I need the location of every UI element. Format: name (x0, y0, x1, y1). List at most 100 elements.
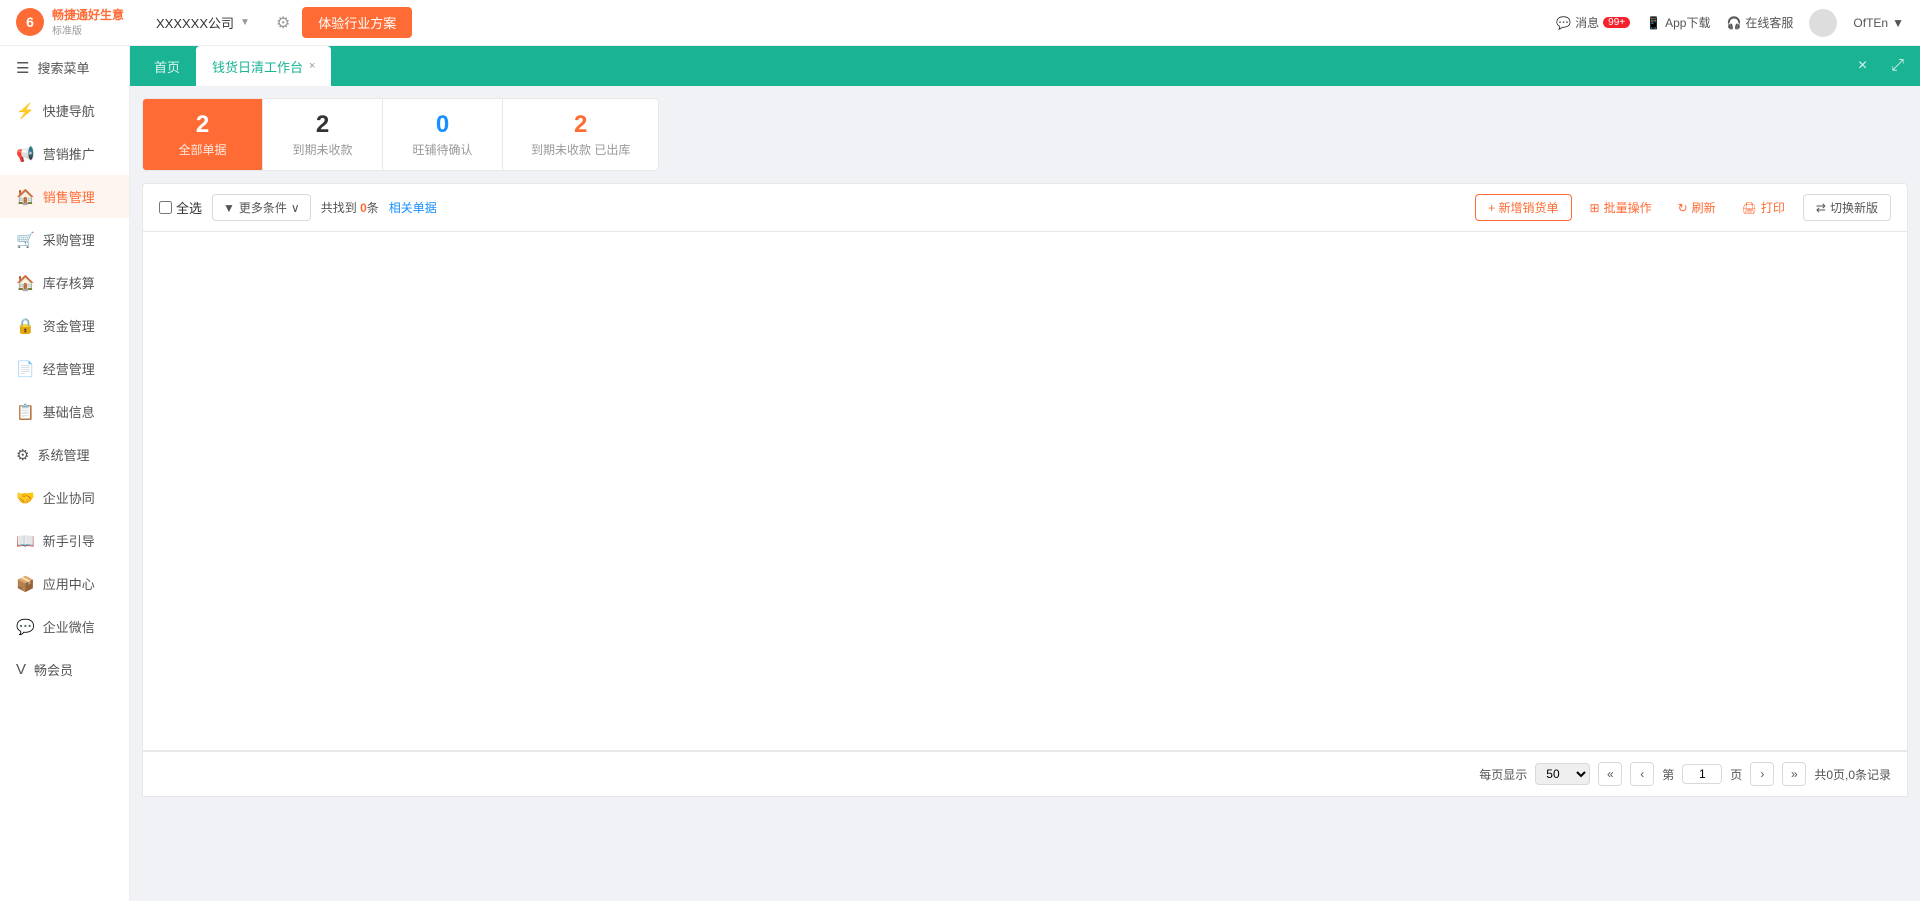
sidebar-item-member[interactable]: V 畅会员 (0, 648, 129, 691)
wechat-icon: 💬 (16, 618, 35, 636)
tab-workbench-label: 钱货日清工作台 (212, 57, 303, 76)
total-label: 共0页,0条记录 (1814, 766, 1891, 783)
experience-btn[interactable]: 体验行业方案 (302, 7, 412, 38)
sidebar-item-quick-nav[interactable]: ⚡ 快捷导航 (0, 89, 129, 132)
logo-sub: 标准版 (52, 22, 124, 37)
stats-cards: 2 全部单据 2 到期未收款 0 旺铺待确认 2 到期未收款 已出库 (142, 98, 659, 171)
app-download-label: App下载 (1665, 14, 1710, 31)
nav-tabs-bar: 首页 钱货日清工作台 × × ⤢ (130, 46, 1920, 86)
page-prefix: 第 (1662, 766, 1674, 783)
stat-card-pending[interactable]: 0 旺铺待确认 (383, 99, 503, 170)
logo-text: 畅捷通好生意 (52, 8, 124, 22)
app-download-icon: 📱 (1646, 16, 1661, 30)
sidebar-item-enterprise[interactable]: 🤝 企业协同 (0, 476, 129, 519)
sidebar-item-capital[interactable]: 🔒 资金管理 (0, 304, 129, 347)
sidebar-item-sales[interactable]: 🏠 销售管理 (0, 175, 129, 218)
sidebar-label-wechat: 企业微信 (43, 617, 95, 636)
sidebar-item-wechat[interactable]: 💬 企业微信 (0, 605, 129, 648)
page-suffix: 页 (1730, 766, 1742, 783)
toolbar-right: + 新增销货单 ⊞ 批量操作 ↻ 刷新 🖨 打印 ⇄ 切换新版 (1475, 194, 1891, 221)
operations-icon: 📄 (16, 360, 35, 378)
stat-number-all: 2 (171, 111, 234, 139)
message-label: 消息 (1575, 14, 1599, 31)
sidebar: ☰ 搜索菜单 ⚡ 快捷导航 📢 营销推广 🏠 销售管理 🛒 采购管理 🏠 库存核… (0, 46, 130, 901)
tab-workbench[interactable]: 钱货日清工作台 × (196, 46, 331, 86)
sidebar-label-purchase: 采购管理 (43, 230, 95, 249)
print-label: 打印 (1761, 199, 1785, 216)
message-icon: 💬 (1556, 16, 1571, 30)
select-all-checkbox[interactable]: 全选 (159, 198, 202, 217)
pagination-bar: 每页显示 50 100 200 « ‹ 第 页 › » 共0页,0条记录 (142, 751, 1908, 797)
username-area[interactable]: OfTEn ▼ (1853, 16, 1904, 30)
stat-label-overdue: 到期未收款 (291, 141, 354, 158)
prev-page-btn[interactable]: ‹ (1630, 762, 1654, 786)
sales-icon: 🏠 (16, 188, 35, 206)
main-content: 2 全部单据 2 到期未收款 0 旺铺待确认 2 到期未收款 已出库 全选 ▼ … (130, 86, 1920, 901)
logo-area: 6 畅捷通好生意 标准版 (16, 8, 146, 37)
inventory-icon: 🏠 (16, 274, 35, 292)
online-service-label: 在线客服 (1745, 14, 1793, 31)
basic-info-icon: 📋 (16, 403, 35, 421)
result-text: 共找到 0条 (321, 199, 379, 216)
first-page-btn[interactable]: « (1598, 762, 1622, 786)
per-page-select[interactable]: 50 100 200 (1535, 763, 1590, 785)
app-center-icon: 📦 (16, 575, 35, 593)
header-right: 💬 消息 99+ 📱 App下载 🎧 在线客服 OfTEn ▼ (1556, 9, 1904, 37)
stat-label-all: 全部单据 (171, 141, 234, 158)
stat-number-pending: 0 (411, 111, 474, 139)
sidebar-item-marketing[interactable]: 📢 营销推广 (0, 132, 129, 175)
sidebar-item-operations[interactable]: 📄 经营管理 (0, 347, 129, 390)
sidebar-label-member: 畅会员 (34, 660, 73, 679)
stat-card-all[interactable]: 2 全部单据 (143, 99, 263, 170)
sidebar-label-search-menu: 搜索菜单 (37, 58, 89, 77)
page-input[interactable] (1682, 764, 1722, 784)
window-close-icon[interactable]: × (1850, 57, 1875, 75)
switch-icon: ⇄ (1816, 201, 1826, 215)
system-icon: ⚙ (16, 446, 29, 464)
sidebar-label-quick-nav: 快捷导航 (43, 101, 95, 120)
select-all-input[interactable] (159, 201, 172, 214)
stat-card-shipped[interactable]: 2 到期未收款 已出库 (503, 99, 658, 170)
company-selector[interactable]: XXXXXX公司 ▼ (146, 13, 260, 32)
tab-home[interactable]: 首页 (138, 46, 196, 86)
tab-close-icon[interactable]: × (309, 60, 315, 72)
filter-btn[interactable]: ▼ 更多条件 ∨ (212, 194, 311, 221)
sidebar-item-inventory[interactable]: 🏠 库存核算 (0, 261, 129, 304)
switch-version-btn[interactable]: ⇄ 切换新版 (1803, 194, 1891, 221)
last-page-btn[interactable]: » (1782, 762, 1806, 786)
sidebar-item-purchase[interactable]: 🛒 采购管理 (0, 218, 129, 261)
sidebar-label-operations: 经营管理 (43, 359, 95, 378)
print-btn[interactable]: 🖨 打印 (1734, 195, 1793, 220)
settings-icon[interactable]: ⚙ (276, 13, 290, 33)
result-unit: 条 (367, 201, 379, 215)
print-icon: 🖨 (1742, 201, 1757, 215)
sidebar-item-search-menu[interactable]: ☰ 搜索菜单 (0, 46, 129, 89)
company-dropdown-icon: ▼ (240, 17, 250, 28)
add-sale-order-btn[interactable]: + 新增销货单 (1475, 194, 1571, 221)
tab-home-label: 首页 (154, 57, 180, 76)
app-download-btn[interactable]: 📱 App下载 (1646, 14, 1710, 31)
nav-tab-actions: × ⤢ (1850, 57, 1912, 75)
message-btn[interactable]: 💬 消息 99+ (1556, 14, 1630, 31)
window-expand-icon[interactable]: ⤢ (1883, 57, 1912, 75)
online-service-btn[interactable]: 🎧 在线客服 (1726, 14, 1793, 31)
sidebar-label-app-center: 应用中心 (43, 574, 95, 593)
stat-card-overdue[interactable]: 2 到期未收款 (263, 99, 383, 170)
sidebar-item-basic-info[interactable]: 📋 基础信息 (0, 390, 129, 433)
avatar[interactable] (1809, 9, 1837, 37)
next-page-btn[interactable]: › (1750, 762, 1774, 786)
sidebar-item-guide[interactable]: 📖 新手引导 (0, 519, 129, 562)
toolbar: 全选 ▼ 更多条件 ∨ 共找到 0条 相关单据 + 新增销货单 ⊞ 批量操作 ↻… (142, 183, 1908, 231)
result-count: 0 (360, 201, 367, 215)
batch-ops-btn[interactable]: ⊞ 批量操作 (1582, 195, 1660, 220)
filter-label: 更多条件 (239, 199, 287, 216)
sidebar-label-enterprise: 企业协同 (43, 488, 95, 507)
sidebar-label-inventory: 库存核算 (43, 273, 95, 292)
top-header: 6 畅捷通好生意 标准版 XXXXXX公司 ▼ ⚙ 体验行业方案 💬 消息 99… (0, 0, 1920, 46)
related-orders-link[interactable]: 相关单据 (389, 199, 437, 216)
refresh-btn[interactable]: ↻ 刷新 (1670, 195, 1724, 220)
sidebar-item-app-center[interactable]: 📦 应用中心 (0, 562, 129, 605)
sidebar-item-system[interactable]: ⚙ 系统管理 (0, 433, 129, 476)
capital-icon: 🔒 (16, 317, 35, 335)
stat-label-shipped: 到期未收款 已出库 (531, 141, 630, 158)
